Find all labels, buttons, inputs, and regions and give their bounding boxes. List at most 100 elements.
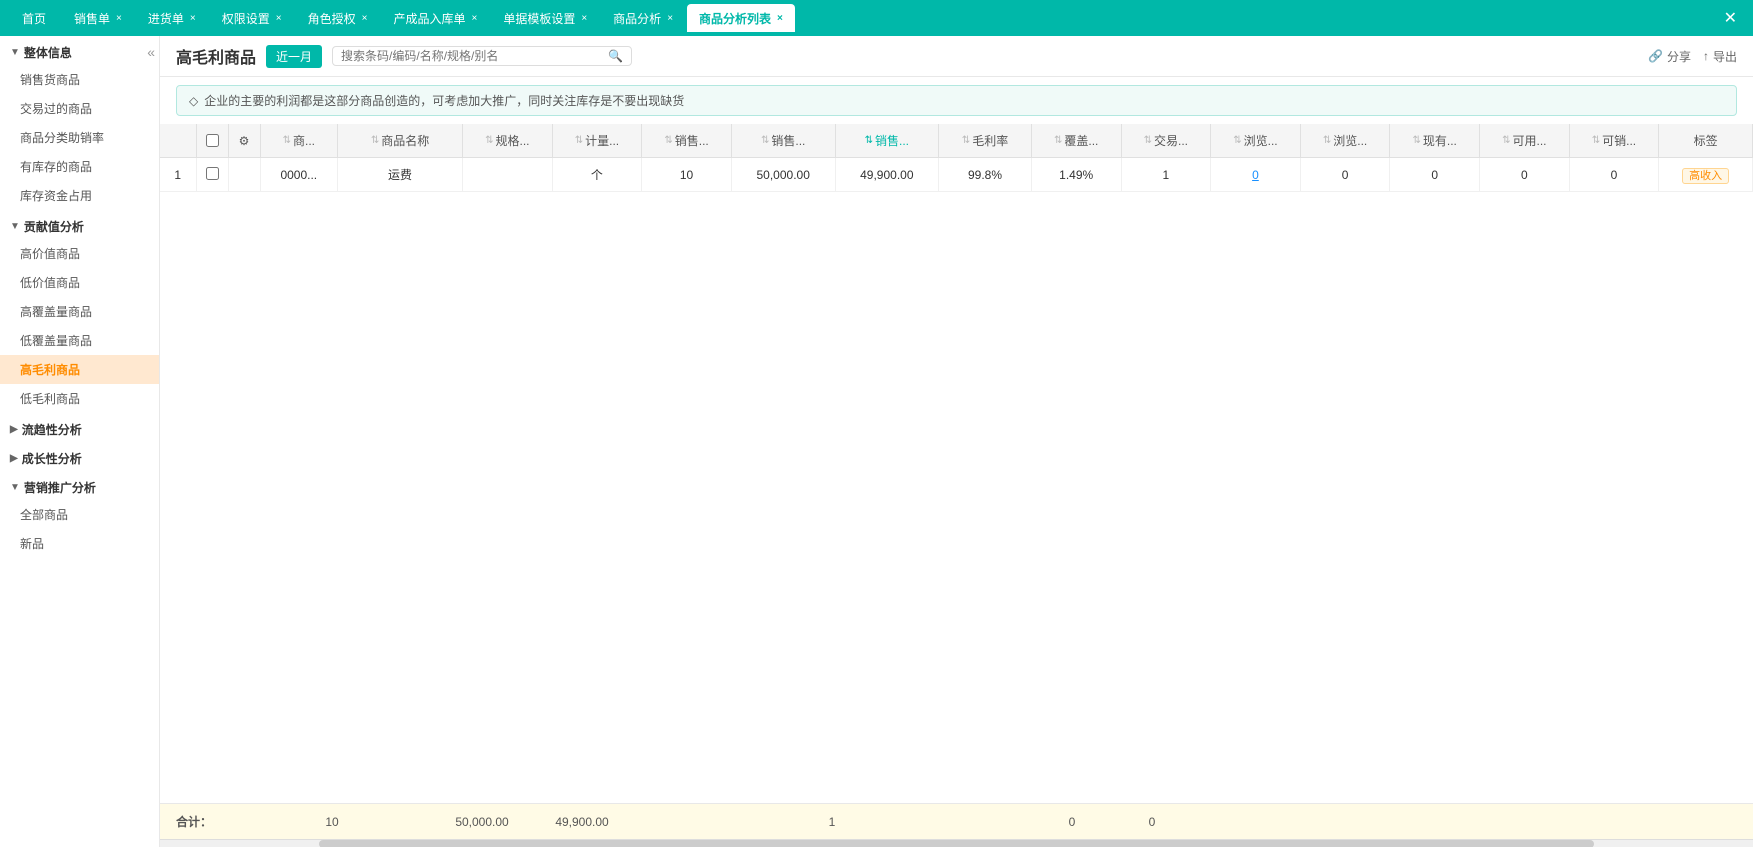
cell-sales-profit: 49,900.00 (835, 158, 939, 192)
nav-tab-sales[interactable]: 销售单 × (62, 4, 134, 32)
sidebar-item-analysis-rate[interactable]: 商品分类助销率 (0, 123, 159, 152)
nav-tab-purchase[interactable]: 进货单 × (136, 4, 208, 32)
col-current-stock[interactable]: ⇅现有... (1390, 124, 1480, 158)
select-all-checkbox[interactable] (206, 134, 219, 147)
col-browse1[interactable]: ⇅浏览... (1211, 124, 1301, 158)
browse1-link[interactable]: 0 (1252, 168, 1259, 182)
sidebar-item-stock-goods[interactable]: 有库存的商品 (0, 152, 159, 181)
footer-empty4 (952, 815, 1032, 829)
close-product-in-tab[interactable]: × (471, 13, 477, 24)
col-tag[interactable]: 标签 (1659, 124, 1753, 158)
col-saleable[interactable]: ⇅可销... (1569, 124, 1659, 158)
sidebar-item-low-freq[interactable]: 低覆盖量商品 (0, 326, 159, 355)
arrow-down-icon-2: ▼ (10, 221, 20, 232)
cell-sales-qty: 10 (642, 158, 732, 192)
tip-bar: ◇ 企业的主要的利润都是这部分商品创造的，可考虑加大推广，同时关注库存是不要出现… (176, 85, 1737, 116)
sidebar-group-marketing[interactable]: ▼ 营销推广分析 (0, 471, 159, 500)
cell-current-stock: 0 (1390, 158, 1480, 192)
col-unit[interactable]: ⇅计量... (552, 124, 642, 158)
search-input[interactable] (341, 49, 608, 63)
sidebar-group-trend[interactable]: ▶ 流趋性分析 (0, 413, 159, 442)
col-name[interactable]: ⇅商品名称 (338, 124, 463, 158)
close-analysis-list-tab[interactable]: × (777, 13, 783, 24)
footer-empty2 (712, 815, 792, 829)
sidebar-item-sales-ranking[interactable]: 销售货商品 (0, 65, 159, 94)
arrow-down-icon: ▼ (10, 47, 20, 58)
footer-empty3 (872, 815, 952, 829)
col-settings[interactable]: ⚙ (228, 124, 260, 158)
close-role-tab[interactable]: × (362, 13, 368, 24)
sidebar-item-stock-ratio[interactable]: 库存资金占用 (0, 181, 159, 210)
sidebar-item-high-freq[interactable]: 高覆盖量商品 (0, 297, 159, 326)
cell-margin-rate: 99.8% (939, 158, 1032, 192)
close-permission-tab[interactable]: × (276, 13, 282, 24)
sidebar-group-growth[interactable]: ▶ 成长性分析 (0, 442, 159, 471)
close-purchase-tab[interactable]: × (190, 13, 196, 24)
header-actions: 🔗 分享 ↑ 导出 (1648, 48, 1737, 65)
col-checkbox[interactable] (196, 124, 228, 158)
tip-text: 企业的主要的利润都是这部分商品创造的，可考虑加大推广，同时关注库存是不要出现缺货 (204, 92, 684, 109)
sidebar-item-low-margin[interactable]: 低毛利商品 (0, 384, 159, 413)
col-sales-amount[interactable]: ⇅销售... (731, 124, 835, 158)
tag-badge: 高收入 (1682, 168, 1729, 184)
sort-icon-2: ⇅ (371, 135, 379, 146)
cell-index: 1 (160, 158, 196, 192)
sidebar-collapse-btn[interactable]: « (147, 44, 155, 60)
row-checkbox[interactable] (206, 167, 219, 180)
col-transaction[interactable]: ⇅交易... (1121, 124, 1211, 158)
nav-tab-role[interactable]: 角色授权 × (296, 4, 380, 32)
nav-tab-analysis-list[interactable]: 商品分析列表 × (687, 4, 795, 32)
close-all-tabs-btn[interactable]: ✕ (1716, 8, 1745, 28)
cell-sales-amount: 50,000.00 (731, 158, 835, 192)
settings-icon[interactable]: ⚙ (239, 134, 250, 148)
col-available[interactable]: ⇅可用... (1480, 124, 1570, 158)
footer-sales-profit: 49,900.00 (532, 815, 632, 829)
time-filter-button[interactable]: 近一月 (266, 45, 322, 68)
cell-unit: 个 (552, 158, 642, 192)
col-margin-rate[interactable]: ⇅毛利率 (939, 124, 1032, 158)
cell-spacer (228, 158, 260, 192)
sidebar-group-overall[interactable]: ▼ 整体信息 (0, 36, 159, 65)
col-coverage[interactable]: ⇅覆盖... (1031, 124, 1121, 158)
horizontal-scrollbar[interactable] (160, 839, 1753, 847)
close-sales-tab[interactable]: × (116, 13, 122, 24)
col-sales-profit[interactable]: ⇅销售... (835, 124, 939, 158)
sort-icon-11: ⇅ (1233, 135, 1241, 146)
sidebar-item-new-goods[interactable]: 新品 (0, 529, 159, 558)
search-icon[interactable]: 🔍 (608, 49, 623, 63)
cell-tag: 高收入 (1659, 158, 1753, 192)
col-code[interactable]: ⇅商... (260, 124, 338, 158)
search-box[interactable]: 🔍 (332, 46, 632, 66)
col-browse2[interactable]: ⇅浏览... (1300, 124, 1390, 158)
share-button[interactable]: 🔗 分享 (1648, 48, 1691, 65)
nav-tab-analysis[interactable]: 商品分析 × (601, 4, 685, 32)
cell-browse2: 0 (1300, 158, 1390, 192)
sidebar-item-low-value[interactable]: 低价值商品 (0, 268, 159, 297)
nav-tab-template[interactable]: 单据模板设置 × (491, 4, 599, 32)
cell-checkbox[interactable] (196, 158, 228, 192)
export-button[interactable]: ↑ 导出 (1703, 48, 1737, 65)
table-container[interactable]: ⚙ ⇅商... ⇅商品名称 ⇅规格... ⇅计量... ⇅销售... ⇅销售..… (160, 124, 1753, 803)
sort-icon-10: ⇅ (1144, 135, 1152, 146)
nav-tab-permission[interactable]: 权限设置 × (210, 4, 294, 32)
col-sales-qty[interactable]: ⇅销售... (642, 124, 732, 158)
footer-sales-amount: 50,000.00 (432, 815, 532, 829)
sidebar-item-high-value[interactable]: 高价值商品 (0, 239, 159, 268)
cell-browse1[interactable]: 0 (1211, 158, 1301, 192)
footer-available: 0 (1112, 815, 1192, 829)
sidebar-item-high-margin[interactable]: 高毛利商品 (0, 355, 159, 384)
sidebar-item-all-goods[interactable]: 全部商品 (0, 500, 159, 529)
col-spec[interactable]: ⇅规格... (462, 124, 552, 158)
sidebar-group-financial[interactable]: ▼ 贡献值分析 (0, 210, 159, 239)
cell-spec (462, 158, 552, 192)
footer-current-stock: 0 (1032, 815, 1112, 829)
table-header-row: ⚙ ⇅商... ⇅商品名称 ⇅规格... ⇅计量... ⇅销售... ⇅销售..… (160, 124, 1753, 158)
col-index (160, 124, 196, 158)
nav-home[interactable]: 首页 (8, 10, 60, 27)
close-analysis-tab[interactable]: × (667, 13, 673, 24)
close-template-tab[interactable]: × (581, 13, 587, 24)
nav-tab-product-in[interactable]: 产成品入库单 × (381, 4, 489, 32)
footer-cells: 10 50,000.00 49,900.00 1 0 0 (232, 815, 1737, 829)
top-nav: 首页 销售单 × 进货单 × 权限设置 × 角色授权 × 产成品入库单 × 单据… (0, 0, 1753, 36)
sidebar-item-traded[interactable]: 交易过的商品 (0, 94, 159, 123)
